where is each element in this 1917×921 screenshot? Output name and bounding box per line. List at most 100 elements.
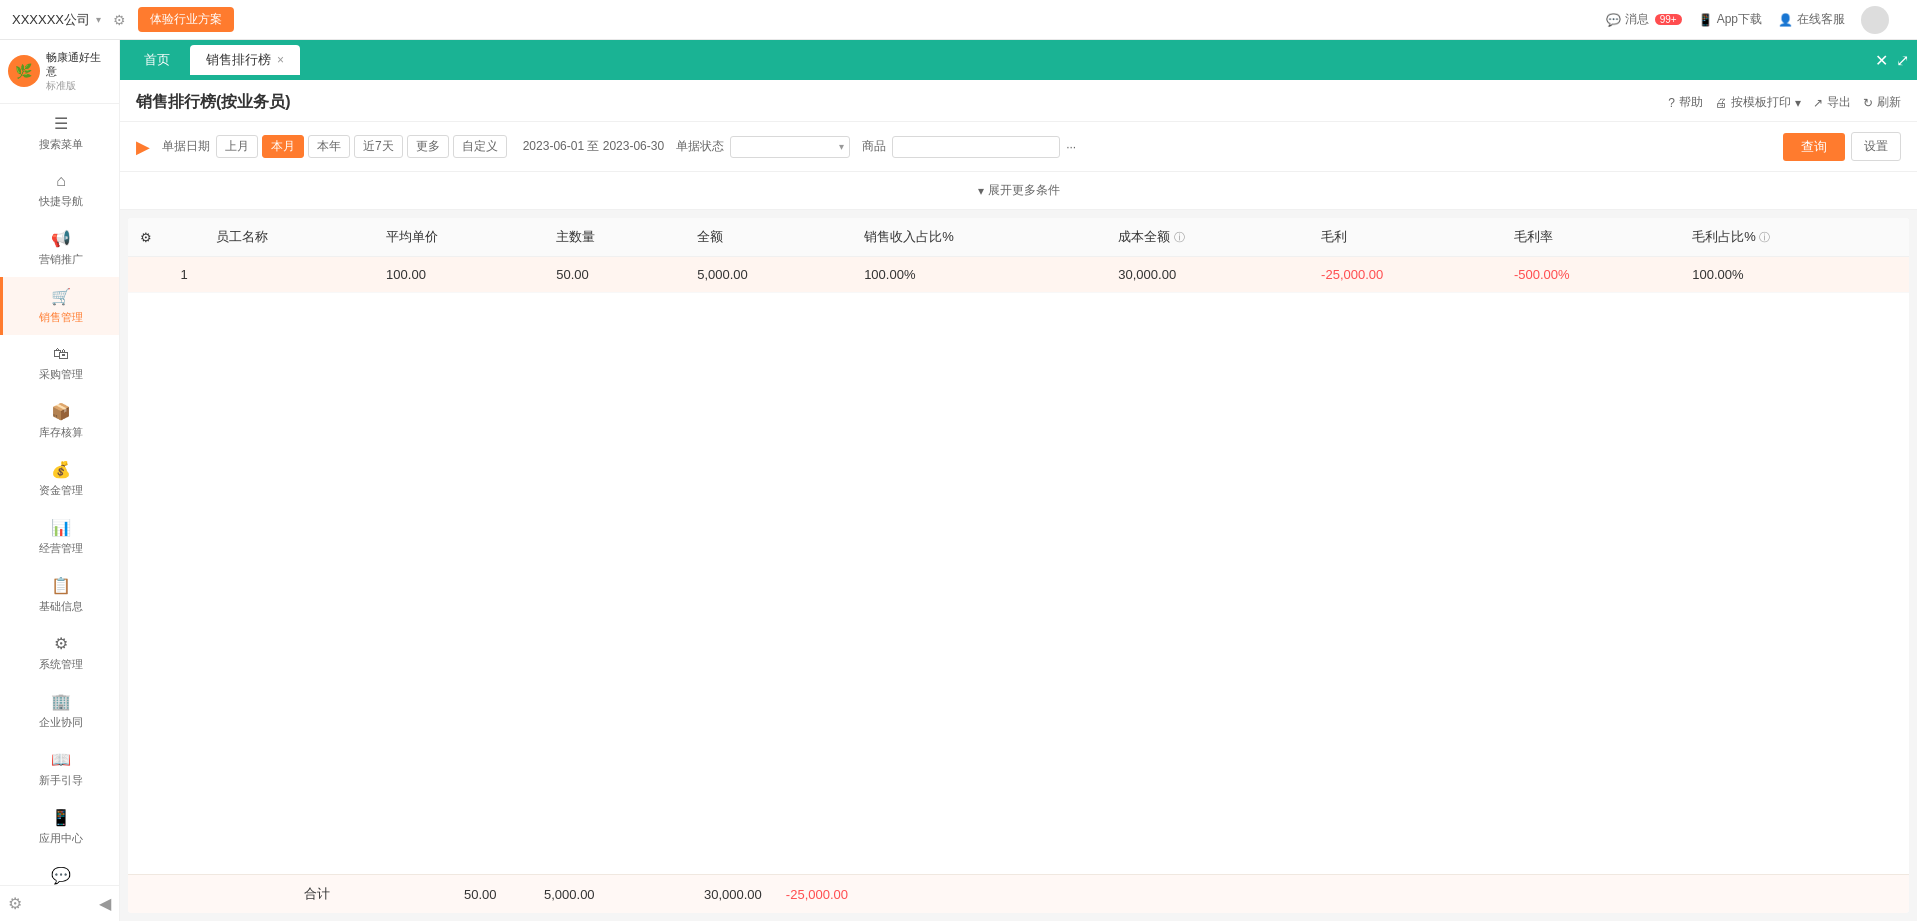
print-icon: 🖨 (1715, 96, 1727, 110)
query-button[interactable]: 查询 (1783, 133, 1845, 161)
settings-button[interactable]: 设置 (1851, 132, 1901, 161)
sidebar-item-label: 销售管理 (39, 310, 83, 325)
column-settings-icon[interactable]: ⚙ (140, 230, 152, 245)
sidebar-item-purchase[interactable]: 🛍 采购管理 (0, 335, 119, 392)
sidebar-item-marketing[interactable]: 📢 营销推广 (0, 219, 119, 277)
sidebar-item-label: 经营管理 (39, 541, 83, 556)
td-employee (204, 257, 374, 293)
tab-bar: 首页 销售排行榜 × ✕ ⤢ (120, 40, 1917, 80)
sidebar-item-label: 搜索菜单 (39, 137, 83, 152)
settings-bottom-icon[interactable]: ⚙ (8, 894, 22, 913)
export-button[interactable]: ↗ 导出 (1813, 94, 1851, 111)
goods-input[interactable] (892, 136, 1060, 158)
th-gross-rate: 毛利率 (1502, 218, 1680, 257)
service-icon: 👤 (1778, 13, 1793, 27)
print-chevron-icon: ▾ (1795, 96, 1801, 110)
basic-icon: 📋 (51, 576, 71, 595)
gross-pct-info-icon[interactable]: ⓘ (1759, 231, 1770, 243)
top-bar: XXXXXX公司 ▾ ⚙ 体验行业方案 💬 消息 99+ 📱 App下载 👤 在… (0, 0, 1917, 40)
footer-amount: 5,000.00 (532, 887, 612, 902)
company-selector[interactable]: XXXXXX公司 ▾ (12, 11, 101, 29)
expand-row: ▾ 展开更多条件 (120, 172, 1917, 210)
status-label: 单据状态 (676, 138, 724, 155)
sidebar-item-basic[interactable]: 📋 基础信息 (0, 566, 119, 624)
date-btn-more[interactable]: 更多 (407, 135, 449, 158)
top-right-actions: 💬 消息 99+ 📱 App下载 👤 在线客服 (1606, 6, 1905, 34)
data-table: ⚙ 员工名称 平均单价 主数量 (128, 218, 1909, 293)
date-btn-current-month[interactable]: 本月 (262, 135, 304, 158)
settings-icon[interactable]: ⚙ (109, 8, 130, 32)
app-center-icon: 📱 (51, 808, 71, 827)
tab-maximize-button[interactable]: ⤢ (1896, 51, 1909, 70)
sidebar-bottom: ⚙ ◀ (0, 885, 119, 921)
sidebar-item-inventory[interactable]: 📦 库存核算 (0, 392, 119, 450)
tab-close-window-button[interactable]: ✕ (1875, 51, 1888, 70)
marketing-icon: 📢 (51, 229, 71, 248)
date-range: 2023-06-01 至 2023-06-30 (523, 138, 664, 155)
date-btn-last-month[interactable]: 上月 (216, 135, 258, 158)
sidebar-item-label: 应用中心 (39, 831, 83, 846)
trial-button[interactable]: 体验行业方案 (138, 7, 234, 32)
sidebar-item-finance[interactable]: 💰 资金管理 (0, 450, 119, 508)
page-content: 销售排行榜(按业务员) ? 帮助 🖨 按模板打印 ▾ ↗ 导出 (120, 80, 1917, 921)
tab-sales-ranking[interactable]: 销售排行榜 × (190, 45, 300, 75)
sidebar-item-enterprise[interactable]: 🏢 企业协同 (0, 682, 119, 740)
refresh-button[interactable]: ↻ 刷新 (1863, 94, 1901, 111)
date-btn-last-7days[interactable]: 近7天 (354, 135, 403, 158)
tab-bar-right: ✕ ⤢ (1875, 51, 1909, 70)
filter-collapse-icon[interactable]: ▶ (136, 136, 150, 158)
sidebar-item-label: 营销推广 (39, 252, 83, 267)
header-actions: ? 帮助 🖨 按模板打印 ▾ ↗ 导出 ↻ 刷新 (1668, 94, 1901, 111)
avatar[interactable] (1861, 6, 1889, 34)
td-sales-pct: 100.00% (852, 257, 1106, 293)
footer-main-qty: 50.00 (452, 887, 532, 902)
sidebar-item-app-center[interactable]: 📱 应用中心 (0, 798, 119, 856)
tab-home[interactable]: 首页 (128, 45, 186, 75)
expand-icon: ▾ (978, 184, 984, 198)
app-download-button[interactable]: 📱 App下载 (1698, 11, 1762, 28)
expand-label: 展开更多条件 (988, 182, 1060, 199)
th-employee: 员工名称 (204, 218, 374, 257)
sidebar-item-beginner[interactable]: 📖 新手引导 (0, 740, 119, 798)
td-gross: -25,000.00 (1309, 257, 1502, 293)
sidebar-item-quick-nav[interactable]: ⌂ 快捷导航 (0, 162, 119, 219)
sidebar-item-label: 资金管理 (39, 483, 83, 498)
help-icon: ? (1668, 96, 1675, 110)
system-icon: ⚙ (54, 634, 68, 653)
sidebar-item-search-orders[interactable]: ☰ 搜索菜单 (0, 104, 119, 162)
online-service-button[interactable]: 👤 在线客服 (1778, 11, 1845, 28)
date-btn-custom[interactable]: 自定义 (453, 135, 507, 158)
beginner-icon: 📖 (51, 750, 71, 769)
sidebar-item-sales[interactable]: 🛒 销售管理 (0, 277, 119, 335)
th-amount: 全额 (685, 218, 852, 257)
date-btn-current-year[interactable]: 本年 (308, 135, 350, 158)
sidebar-item-label: 企业协同 (39, 715, 83, 730)
sidebar-item-operations[interactable]: 📊 经营管理 (0, 508, 119, 566)
message-button[interactable]: 💬 消息 99+ (1606, 11, 1682, 28)
logo-icon: 🌿 (8, 55, 40, 87)
sidebar: 🌿 畅康通好生意 标准版 ☰ 搜索菜单 ⌂ 快捷导航 📢 营销推广 🛒 销售管理 (0, 40, 120, 921)
sidebar-nav: ☰ 搜索菜单 ⌂ 快捷导航 📢 营销推广 🛒 销售管理 🛍 采购管理 📦 库 (0, 104, 119, 885)
quick-nav-icon: ⌂ (56, 172, 66, 190)
expand-conditions-button[interactable]: ▾ 展开更多条件 (966, 178, 1072, 203)
print-button[interactable]: 🖨 按模板打印 ▾ (1715, 94, 1801, 111)
help-button[interactable]: ? 帮助 (1668, 94, 1703, 111)
collapse-icon[interactable]: ◀ (99, 894, 111, 913)
wechat-icon: 💬 (51, 866, 71, 885)
sidebar-item-wechat[interactable]: 💬 企业微信 (0, 856, 119, 885)
table-header-row: ⚙ 员工名称 平均单价 主数量 (128, 218, 1909, 257)
goods-label: 商品 (862, 138, 886, 155)
enterprise-icon: 🏢 (51, 692, 71, 711)
sidebar-item-label: 系统管理 (39, 657, 83, 672)
status-select[interactable] (730, 136, 850, 158)
tab-close-icon[interactable]: × (277, 53, 284, 67)
sidebar-item-system[interactable]: ⚙ 系统管理 (0, 624, 119, 682)
cost-info-icon[interactable]: ⓘ (1174, 231, 1185, 243)
message-badge: 99+ (1655, 14, 1682, 25)
company-name: XXXXXX公司 (12, 11, 90, 29)
td-gross-pct: 100.00% (1680, 257, 1909, 293)
export-icon: ↗ (1813, 96, 1823, 110)
search-orders-icon: ☰ (54, 114, 68, 133)
goods-more-icon[interactable]: ··· (1066, 140, 1076, 154)
table-wrapper: ⚙ 员工名称 平均单价 主数量 (128, 218, 1909, 913)
